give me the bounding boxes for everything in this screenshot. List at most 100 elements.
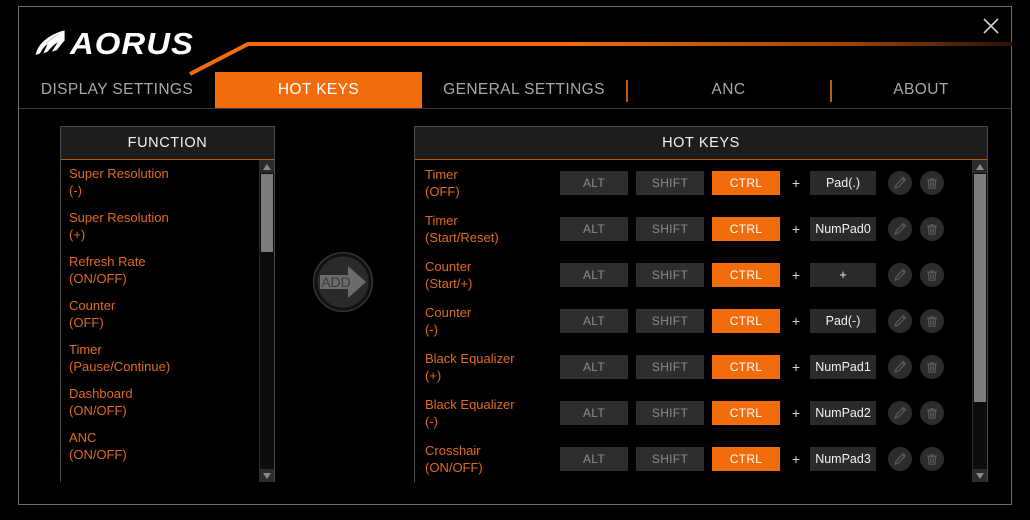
- function-item-name: Refresh Rate: [69, 254, 146, 269]
- edit-hotkey-button[interactable]: [888, 263, 912, 287]
- pencil-icon: [894, 406, 907, 419]
- trash-icon: [927, 316, 937, 327]
- edit-hotkey-button[interactable]: [888, 217, 912, 241]
- tab-bottom-rule: [19, 108, 1011, 109]
- scroll-up-arrow[interactable]: [973, 160, 987, 173]
- trash-icon: [927, 270, 937, 281]
- modifier-alt-button[interactable]: ALT: [560, 171, 628, 195]
- modifier-alt-button[interactable]: ALT: [560, 309, 628, 333]
- svg-text:ADD: ADD: [321, 274, 351, 290]
- tab-display-settings[interactable]: DISPLAY SETTINGS: [19, 72, 215, 108]
- delete-hotkey-button[interactable]: [920, 309, 944, 333]
- add-button[interactable]: ADD: [313, 252, 373, 312]
- plus-separator: +: [791, 221, 801, 237]
- hotkeys-list-scrollbar[interactable]: [972, 160, 987, 482]
- function-list-item[interactable]: Refresh Rate (ON/OFF): [61, 248, 274, 292]
- hotkey-row: Black Equalizer (-) ALT SHIFT CTRL + NumPad2: [415, 390, 987, 436]
- modifier-shift-button[interactable]: SHIFT: [636, 217, 704, 241]
- hotkey-key-button[interactable]: NumPad3: [810, 447, 876, 471]
- hotkey-key-button[interactable]: +: [810, 263, 876, 287]
- tab-bar: DISPLAY SETTINGS HOT KEYS GENERAL SETTIN…: [19, 72, 1011, 108]
- hotkey-row: Counter (Start/+) ALT SHIFT CTRL + +: [415, 252, 987, 298]
- modifier-shift-button[interactable]: SHIFT: [636, 171, 704, 195]
- tab-label: GENERAL SETTINGS: [443, 81, 605, 98]
- pencil-icon: [894, 176, 907, 189]
- chevron-up-icon: [263, 163, 271, 170]
- modifier-alt-button[interactable]: ALT: [560, 355, 628, 379]
- aorus-app-window: AORUS DISPLAY SETTINGS HOT KEYS GENERAL …: [0, 0, 1030, 520]
- hotkey-function-name: Timer (OFF): [425, 166, 560, 200]
- add-arrow-icon: ADD: [314, 253, 372, 311]
- hotkey-function-name: Crosshair (ON/OFF): [425, 442, 560, 476]
- delete-hotkey-button[interactable]: [920, 447, 944, 471]
- hotkey-state-text: (-): [425, 322, 438, 337]
- hotkeys-panel-title: HOT KEYS: [662, 135, 740, 151]
- hotkey-key-button[interactable]: Pad(-): [810, 309, 876, 333]
- modifier-alt-button[interactable]: ALT: [560, 401, 628, 425]
- modifier-ctrl-button[interactable]: CTRL: [712, 263, 780, 287]
- tab-anc[interactable]: ANC: [627, 72, 830, 108]
- delete-hotkey-button[interactable]: [920, 171, 944, 195]
- modifier-ctrl-button[interactable]: CTRL: [712, 171, 780, 195]
- hotkey-row: Black Equalizer (+) ALT SHIFT CTRL + NumPad1: [415, 344, 987, 390]
- edit-hotkey-button[interactable]: [888, 355, 912, 379]
- modifier-shift-button[interactable]: SHIFT: [636, 401, 704, 425]
- close-icon: [983, 18, 999, 34]
- modifier-shift-button[interactable]: SHIFT: [636, 355, 704, 379]
- scroll-thumb[interactable]: [261, 174, 273, 252]
- modifier-alt-button[interactable]: ALT: [560, 263, 628, 287]
- hotkey-state-text: (+): [425, 368, 442, 383]
- hotkeys-panel-header: HOT KEYS: [415, 127, 987, 160]
- modifier-shift-button[interactable]: SHIFT: [636, 447, 704, 471]
- tab-about[interactable]: ABOUT: [831, 72, 1011, 108]
- modifier-alt-button[interactable]: ALT: [560, 217, 628, 241]
- modifier-shift-button[interactable]: SHIFT: [636, 263, 704, 287]
- scroll-up-arrow[interactable]: [260, 160, 274, 173]
- hotkey-key-button[interactable]: NumPad1: [810, 355, 876, 379]
- function-panel-title: FUNCTION: [127, 135, 208, 151]
- scroll-thumb[interactable]: [974, 174, 986, 402]
- tab-general-settings[interactable]: GENERAL SETTINGS: [422, 72, 626, 108]
- edit-hotkey-button[interactable]: [888, 401, 912, 425]
- plus-separator: +: [791, 175, 801, 191]
- delete-hotkey-button[interactable]: [920, 355, 944, 379]
- hotkeys-list[interactable]: Timer (OFF) ALT SHIFT CTRL + Pad(.) Timer (Start…: [415, 160, 987, 482]
- scroll-down-arrow[interactable]: [973, 469, 987, 482]
- delete-hotkey-button[interactable]: [920, 401, 944, 425]
- modifier-ctrl-button[interactable]: CTRL: [712, 217, 780, 241]
- chevron-down-icon: [263, 472, 271, 479]
- function-list-item[interactable]: Dashboard (ON/OFF): [61, 380, 274, 424]
- hotkey-name-text: Black Equalizer: [425, 397, 515, 412]
- modifier-ctrl-button[interactable]: CTRL: [712, 401, 780, 425]
- modifier-alt-button[interactable]: ALT: [560, 447, 628, 471]
- modifier-ctrl-button[interactable]: CTRL: [712, 309, 780, 333]
- edit-hotkey-button[interactable]: [888, 447, 912, 471]
- function-list-scrollbar[interactable]: [259, 160, 274, 482]
- hotkey-key-button[interactable]: NumPad2: [810, 401, 876, 425]
- close-button[interactable]: [975, 10, 1007, 42]
- hotkey-name-text: Crosshair: [425, 443, 481, 458]
- scroll-down-arrow[interactable]: [260, 469, 274, 482]
- delete-hotkey-button[interactable]: [920, 263, 944, 287]
- function-item-state: (ON/OFF): [69, 447, 127, 462]
- function-item-name: Counter: [69, 298, 116, 313]
- hotkey-name-text: Timer: [425, 167, 458, 182]
- hotkey-key-button[interactable]: Pad(.): [810, 171, 876, 195]
- function-list-item[interactable]: Super Resolution (+): [61, 204, 274, 248]
- edit-hotkey-button[interactable]: [888, 309, 912, 333]
- function-list-item[interactable]: ANC (ON/OFF): [61, 424, 274, 468]
- function-list-item[interactable]: Counter (OFF): [61, 292, 274, 336]
- function-list-item[interactable]: Super Resolution (-): [61, 160, 274, 204]
- delete-hotkey-button[interactable]: [920, 217, 944, 241]
- function-item-name: ANC: [69, 430, 97, 445]
- modifier-shift-button[interactable]: SHIFT: [636, 309, 704, 333]
- tab-hot-keys[interactable]: HOT KEYS: [215, 72, 422, 108]
- hotkey-state-text: (Start/Reset): [425, 230, 499, 245]
- trash-icon: [927, 408, 937, 419]
- modifier-ctrl-button[interactable]: CTRL: [712, 447, 780, 471]
- function-list[interactable]: Super Resolution (-) Super Resolution (+) Re…: [61, 160, 274, 482]
- function-list-item[interactable]: Timer (Pause/Continue): [61, 336, 274, 380]
- hotkey-key-button[interactable]: NumPad0: [810, 217, 876, 241]
- modifier-ctrl-button[interactable]: CTRL: [712, 355, 780, 379]
- edit-hotkey-button[interactable]: [888, 171, 912, 195]
